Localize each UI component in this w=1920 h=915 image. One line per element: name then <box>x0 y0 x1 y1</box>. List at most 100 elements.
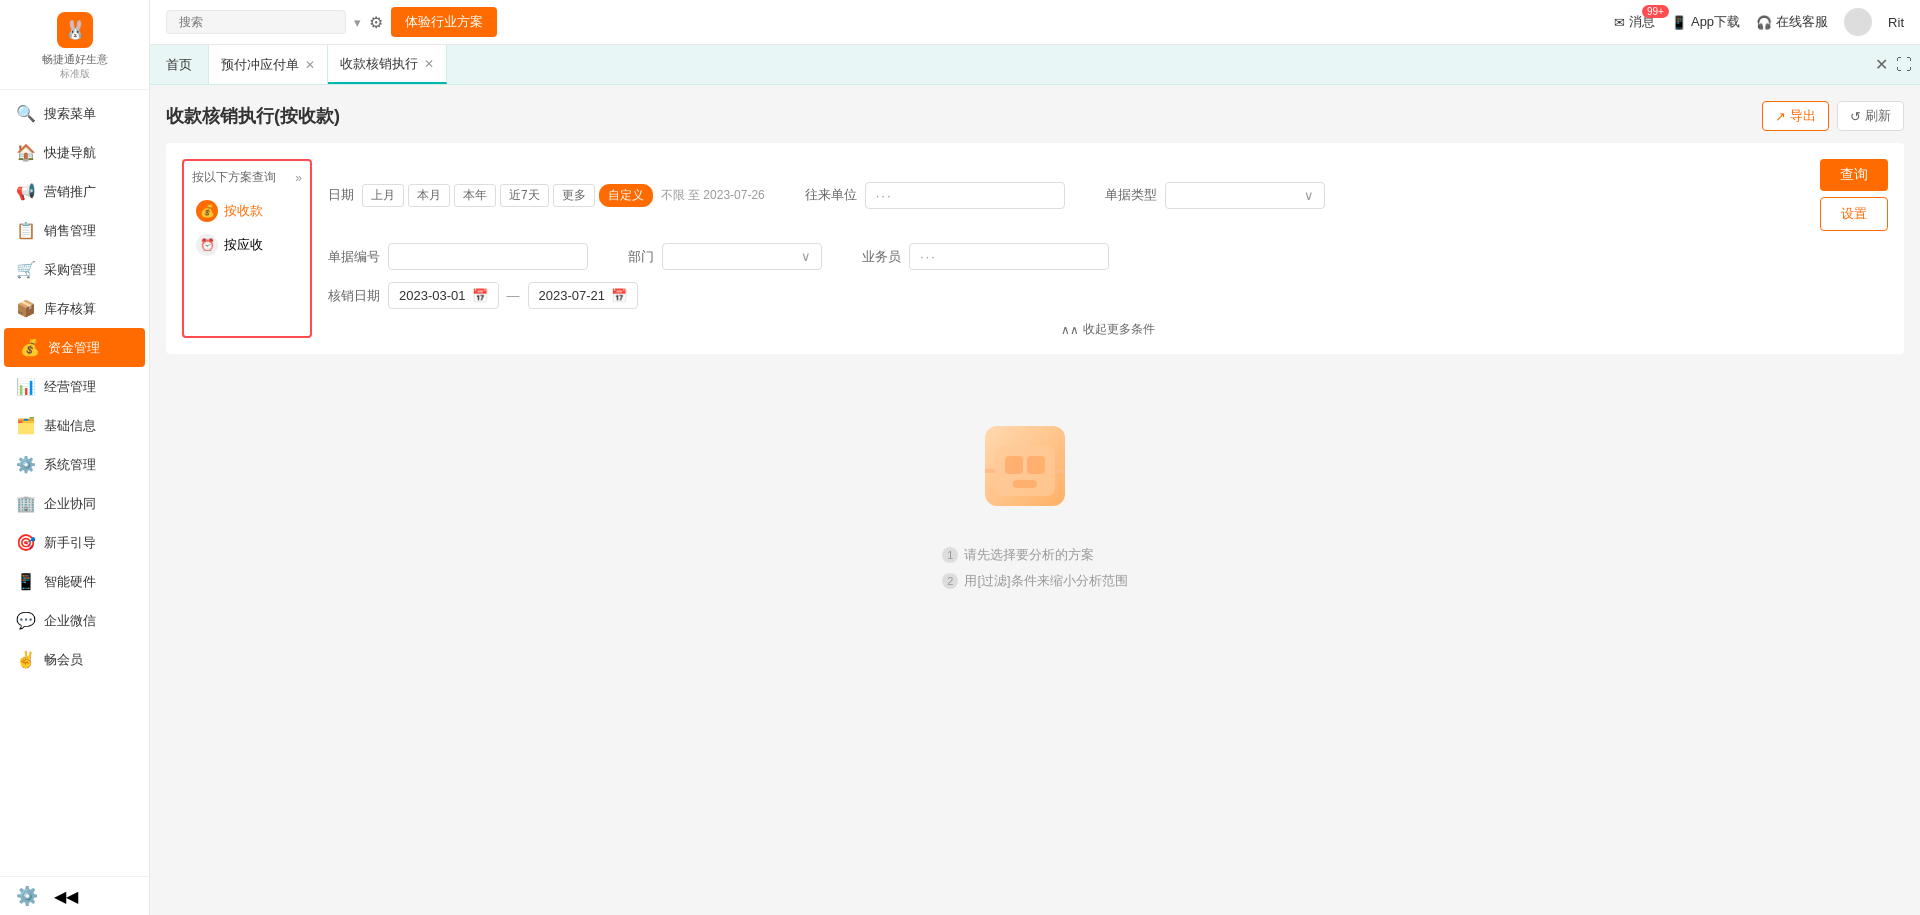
settings-icon[interactable]: ⚙️ <box>16 885 38 907</box>
export-button[interactable]: ↗ 导出 <box>1762 101 1829 131</box>
date-btn-this-month[interactable]: 本月 <box>408 184 450 207</box>
date-btn-7days[interactable]: 近7天 <box>500 184 549 207</box>
dept-select[interactable]: ∨ <box>662 243 822 270</box>
sidebar-item-label: 企业微信 <box>44 612 96 630</box>
dept-arrow: ∨ <box>801 249 811 264</box>
filter-panel: 按以下方案查询 » 💰 按收款 ⏰ 按应收 <box>166 143 1904 354</box>
logo-text: 畅捷通好生意 <box>42 52 108 67</box>
topbar: ▾ ⚙ 体验行业方案 ✉ 消息 99+ 📱 App下载 🎧 在线客服 Rit <box>150 0 1920 45</box>
sidebar-item-quick-nav[interactable]: 🏠 快捷导航 <box>0 133 149 172</box>
date-buttons: 上月 本月 本年 近7天 更多 自定义 <box>362 184 653 207</box>
sidebar-item-smart-hw[interactable]: 📱 智能硬件 <box>0 562 149 601</box>
empty-state: 1 请先选择要分析的方案 2 用[过滤]条件来缩小分析范围 <box>166 366 1904 654</box>
sidebar-item-label: 资金管理 <box>48 339 100 357</box>
tab-prepay[interactable]: 预付冲应付单 ✕ <box>209 45 328 84</box>
counterpart-field: 往来单位 ··· <box>805 182 1065 209</box>
tab-expand-icon[interactable]: ⛶ <box>1896 56 1912 74</box>
collapse-more-button[interactable]: ∧∧ 收起更多条件 <box>328 321 1888 338</box>
inventory-icon: 📦 <box>16 299 36 318</box>
sidebar-item-purchase[interactable]: 🛒 采购管理 <box>0 250 149 289</box>
member-icon: ✌️ <box>16 650 36 669</box>
logo-icon: 🐰 <box>57 12 93 48</box>
purchase-icon: 🛒 <box>16 260 36 279</box>
staff-select[interactable]: ··· <box>909 243 1109 270</box>
empty-robot-icon <box>985 426 1065 506</box>
sidebar-item-label: 新手引导 <box>44 534 96 552</box>
online-service-label: 在线客服 <box>1776 13 1828 31</box>
tab-home[interactable]: 首页 <box>150 45 209 84</box>
sidebar-item-enterprise[interactable]: 🏢 企业协同 <box>0 484 149 523</box>
online-service-link[interactable]: 🎧 在线客服 <box>1756 13 1828 31</box>
verify-date-field: 核销日期 2023-03-01 📅 — 2023-07-21 📅 <box>328 282 638 309</box>
topbar-dropdown-icon[interactable]: ▾ <box>354 15 361 30</box>
message-button[interactable]: ✉ 消息 99+ <box>1614 13 1655 31</box>
date-btn-more[interactable]: 更多 <box>553 184 595 207</box>
tab-close-all-icon[interactable]: ✕ <box>1875 55 1888 74</box>
sidebar-item-operations[interactable]: 📊 经营管理 <box>0 367 149 406</box>
sidebar-item-label: 销售管理 <box>44 222 96 240</box>
svg-rect-1 <box>1005 456 1023 474</box>
sidebar-item-inventory[interactable]: 📦 库存核算 <box>0 289 149 328</box>
refresh-icon: ↺ <box>1850 109 1861 124</box>
setting-button[interactable]: 设置 <box>1820 197 1888 231</box>
export-icon: ↗ <box>1775 109 1786 124</box>
date-btn-this-year[interactable]: 本年 <box>454 184 496 207</box>
verify-date-end-input[interactable]: 2023-07-21 📅 <box>528 282 639 309</box>
tip-text-1: 请先选择要分析的方案 <box>964 542 1094 568</box>
verify-date-start-input[interactable]: 2023-03-01 📅 <box>388 282 499 309</box>
sidebar-item-guide[interactable]: 🎯 新手引导 <box>0 523 149 562</box>
dept-label: 部门 <box>628 248 654 266</box>
sidebar-item-sales[interactable]: 📋 销售管理 <box>0 211 149 250</box>
tab-prepay-close-icon[interactable]: ✕ <box>305 58 315 72</box>
date-btn-custom[interactable]: 自定义 <box>599 184 653 207</box>
tab-receivables-close-icon[interactable]: ✕ <box>424 57 434 71</box>
refresh-button[interactable]: ↺ 刷新 <box>1837 101 1904 131</box>
username-label: Rit <box>1888 15 1904 30</box>
doc-type-select[interactable]: ∨ <box>1165 182 1325 209</box>
topbar-gear-icon[interactable]: ⚙ <box>369 13 383 32</box>
basic-info-icon: 🗂️ <box>16 416 36 435</box>
filter-row-3: 核销日期 2023-03-01 📅 — 2023-07-21 📅 <box>328 282 1888 309</box>
sidebar-item-label: 搜索菜单 <box>44 105 96 123</box>
date-label: 日期 <box>328 186 354 204</box>
sidebar-item-member[interactable]: ✌️ 畅会员 <box>0 640 149 679</box>
sidebar-item-system[interactable]: ⚙️ 系统管理 <box>0 445 149 484</box>
search-input[interactable] <box>166 10 346 34</box>
tab-receivables[interactable]: 收款核销执行 ✕ <box>328 45 447 84</box>
sidebar-item-finance[interactable]: 💰 资金管理 <box>4 328 145 367</box>
tab-receivables-label: 收款核销执行 <box>340 55 418 73</box>
verify-date-end-text: 2023-07-21 <box>539 288 606 303</box>
message-icon: ✉ <box>1614 15 1625 30</box>
collapse-sidebar-icon[interactable]: ◀◀ <box>54 887 78 906</box>
filter-selector-collapse-icon[interactable]: » <box>295 171 302 185</box>
staff-dots: ··· <box>920 249 937 264</box>
industry-solution-button[interactable]: 体验行业方案 <box>391 7 497 37</box>
query-button[interactable]: 查询 <box>1820 159 1888 191</box>
date-btn-last-month[interactable]: 上月 <box>362 184 404 207</box>
sidebar: 🐰 畅捷通好生意 标准版 🔍 搜索菜单 🏠 快捷导航 📢 营销推广 📋 销售管理… <box>0 0 150 915</box>
sidebar-item-basic-info[interactable]: 🗂️ 基础信息 <box>0 406 149 445</box>
sidebar-item-marketing[interactable]: 📢 营销推广 <box>0 172 149 211</box>
finance-icon: 💰 <box>20 338 40 357</box>
app-download-label: App下载 <box>1691 13 1740 31</box>
sidebar-item-wechat[interactable]: 💬 企业微信 <box>0 601 149 640</box>
app-download-link[interactable]: 📱 App下载 <box>1671 13 1740 31</box>
sidebar-item-label: 快捷导航 <box>44 144 96 162</box>
empty-tips: 1 请先选择要分析的方案 2 用[过滤]条件来缩小分析范围 <box>942 542 1127 594</box>
doc-num-input[interactable] <box>388 243 588 270</box>
empty-tip-1: 1 请先选择要分析的方案 <box>942 542 1127 568</box>
page-body: 收款核销执行(按收款) ↗ 导出 ↺ 刷新 按以下方 <box>150 85 1920 670</box>
filter-option-by-receipt[interactable]: 💰 按收款 <box>192 194 302 228</box>
message-badge: 99+ <box>1642 5 1669 18</box>
verify-date-end-calendar-icon: 📅 <box>611 288 627 303</box>
staff-field: 业务员 ··· <box>862 243 1109 270</box>
verify-date-start-text: 2023-03-01 <box>399 288 466 303</box>
sidebar-item-search-menu[interactable]: 🔍 搜索菜单 <box>0 94 149 133</box>
filter-option-label: 按应收 <box>224 236 263 254</box>
topbar-left: ▾ ⚙ 体验行业方案 <box>166 7 1602 37</box>
page-header: 收款核销执行(按收款) ↗ 导出 ↺ 刷新 <box>166 101 1904 131</box>
doc-num-label: 单据编号 <box>328 248 380 266</box>
counterpart-select[interactable]: ··· <box>865 182 1065 209</box>
topbar-right: ✉ 消息 99+ 📱 App下载 🎧 在线客服 Rit <box>1614 8 1904 36</box>
filter-option-by-receivable[interactable]: ⏰ 按应收 <box>192 228 302 262</box>
